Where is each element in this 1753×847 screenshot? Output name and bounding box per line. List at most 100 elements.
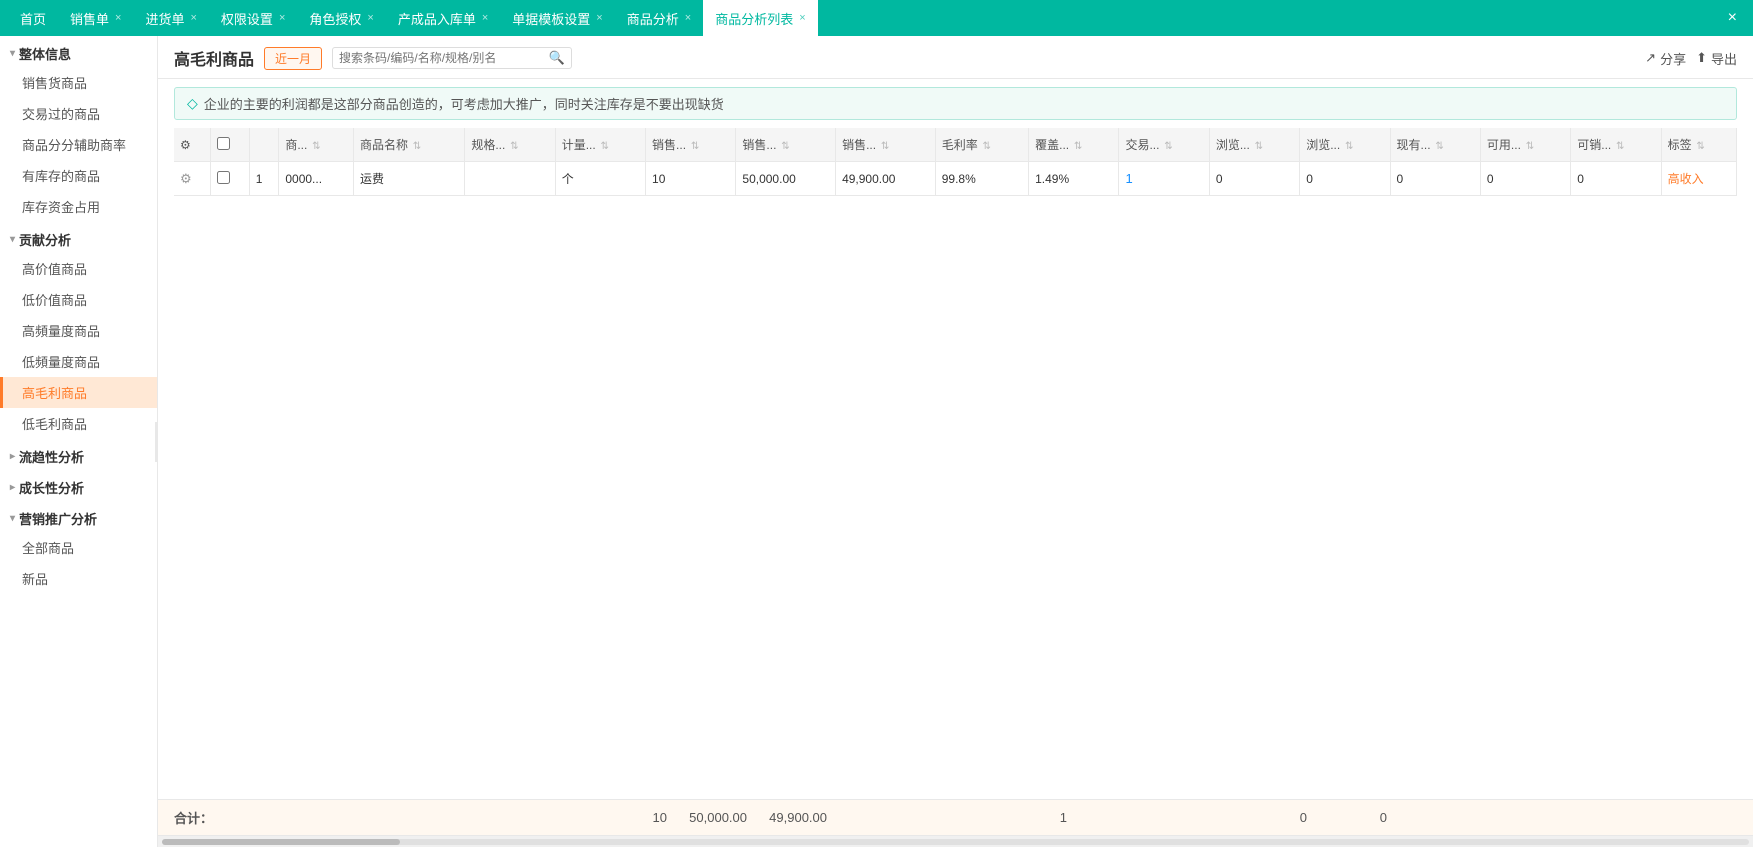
nav-label: 商品分析列表: [715, 9, 793, 28]
col-header-settings: ⚙: [174, 128, 210, 162]
col-header-sales_amount[interactable]: 销售... ⇅: [736, 128, 836, 162]
nav-item-商品分析[interactable]: 商品分析×: [615, 0, 703, 36]
nav-item-权限设置[interactable]: 权限设置 ×: [209, 0, 297, 36]
sidebar-item-in-stock[interactable]: 有库存的商品: [0, 160, 157, 191]
sort-icon: ⇅: [1433, 141, 1444, 152]
nav-item-角色授权[interactable]: 角色授权 ×: [297, 0, 385, 36]
nav-label: 单据模板设置: [512, 9, 590, 28]
tag-badge: 高收入: [1668, 172, 1704, 186]
nav-close-icon[interactable]: ×: [685, 12, 691, 24]
col-header-sales_cost[interactable]: 销售... ⇅: [836, 128, 936, 162]
nav-close-icon[interactable]: ×: [367, 12, 373, 24]
nav-item-产成品入库单[interactable]: 产成品入库单×: [386, 0, 500, 36]
export-button[interactable]: ⬆ 导出: [1696, 49, 1737, 68]
sidebar-item-high-margin[interactable]: 高毛利商品: [0, 377, 157, 408]
share-label: 分享: [1660, 49, 1686, 68]
nav-item-销售单[interactable]: 销售单×: [58, 0, 133, 36]
sidebar-item-sales-goods[interactable]: 销售货商品: [0, 67, 157, 98]
nav-close-icon[interactable]: ×: [482, 12, 488, 24]
col-header-current[interactable]: 现有... ⇅: [1390, 128, 1480, 162]
col-header-gross_rate[interactable]: 毛利率 ⇅: [935, 128, 1028, 162]
table-footer: 合计： 10 50,000.00 49,900.00 1 0 0: [158, 799, 1753, 835]
nav-item-商品分析列表[interactable]: 商品分析列表 ×: [703, 0, 817, 36]
sidebar-item-all-goods[interactable]: 全部商品: [0, 532, 157, 563]
settings-icon[interactable]: ⚙: [180, 171, 192, 186]
sidebar-item-low-value[interactable]: 低价值商品: [0, 284, 157, 315]
col-header-browse2[interactable]: 浏览... ⇅: [1300, 128, 1390, 162]
sidebar-section-marketing[interactable]: ▾营销推广分析: [0, 501, 157, 532]
share-button[interactable]: ↗ 分享: [1645, 49, 1686, 68]
row-checkbox[interactable]: [217, 171, 230, 184]
nav-close-icon[interactable]: ×: [279, 12, 285, 24]
col-header-sales_qty[interactable]: 销售... ⇅: [646, 128, 736, 162]
nav-item-首页[interactable]: 首页: [8, 0, 58, 36]
horizontal-scrollbar[interactable]: [158, 835, 1753, 847]
cell-spec: [465, 162, 555, 196]
sort-icon: ⇅: [410, 141, 421, 152]
col-header-trade[interactable]: 交易... ⇅: [1119, 128, 1209, 162]
sort-icon: ⇅: [1161, 141, 1172, 152]
sidebar-section-treasure[interactable]: ▾贡献分析: [0, 222, 157, 253]
sort-icon: ⇅: [507, 141, 518, 152]
col-header-code[interactable]: 商... ⇅: [279, 128, 354, 162]
table-row[interactable]: ⚙10000...运费个1050,000.0049,900.0099.8%1.4…: [174, 162, 1737, 196]
nav-label: 角色授权: [309, 9, 361, 28]
trade-link[interactable]: 1: [1125, 171, 1132, 186]
sidebar-item-low-freq[interactable]: 低頻量度商品: [0, 346, 157, 377]
cell-sales_qty: 10: [646, 162, 736, 196]
cell-name: 运费: [353, 162, 464, 196]
arrow-icon: ▸: [10, 482, 15, 493]
window-close-button[interactable]: ×: [1720, 9, 1745, 27]
cell-check: [210, 162, 249, 196]
notice-icon: ◇: [187, 95, 198, 112]
sidebar-item-low-margin[interactable]: 低毛利商品: [0, 408, 157, 439]
sidebar-item-high-freq[interactable]: 高頻量度商品: [0, 315, 157, 346]
sidebar-item-high-value[interactable]: 高价值商品: [0, 253, 157, 284]
sidebar-section-overall[interactable]: ▾整体信息: [0, 36, 157, 67]
col-header-coverage[interactable]: 覆盖... ⇅: [1029, 128, 1119, 162]
sidebar-section-growth[interactable]: ▸成长性分析: [0, 470, 157, 501]
search-input[interactable]: [339, 51, 549, 65]
arrow-icon: ▾: [10, 234, 15, 245]
col-header-tag[interactable]: 标签 ⇅: [1661, 128, 1736, 162]
page-title: 高毛利商品: [174, 46, 254, 70]
nav-close-icon[interactable]: ×: [115, 12, 121, 24]
nav-item-进货单[interactable]: 进货单×: [133, 0, 208, 36]
cell-available: 0: [1480, 162, 1570, 196]
col-header-browse1[interactable]: 浏览... ⇅: [1209, 128, 1299, 162]
sort-icon: ⇅: [309, 141, 320, 152]
arrow-icon: ▾: [10, 48, 15, 59]
cell-browse2: 0: [1300, 162, 1390, 196]
sidebar-item-traded-goods[interactable]: 交易过的商品: [0, 98, 157, 129]
footer-available: 0: [1313, 810, 1393, 825]
cell-coverage: 1.49%: [1029, 162, 1119, 196]
notice-bar: ◇ 企业的主要的利润都是这部分商品创造的，可考虑加大推广，同时关注库存是不要出现…: [174, 87, 1737, 120]
select-all-checkbox[interactable]: [217, 137, 230, 150]
nav-label: 权限设置: [221, 9, 273, 28]
filter-month-button[interactable]: 近一月: [264, 47, 322, 70]
col-header-sellable[interactable]: 可销... ⇅: [1571, 128, 1661, 162]
col-header-available[interactable]: 可用... ⇅: [1480, 128, 1570, 162]
col-header-spec[interactable]: 规格... ⇅: [465, 128, 555, 162]
notice-text: 企业的主要的利润都是这部分商品创造的，可考虑加大推广，同时关注库存是不要出现缺货: [204, 94, 724, 113]
share-icon: ↗: [1645, 50, 1656, 66]
col-header-unit[interactable]: 计量... ⇅: [555, 128, 645, 162]
sidebar-section-trend[interactable]: ▸流趋性分析: [0, 439, 157, 470]
nav-label: 首页: [20, 9, 46, 28]
sidebar-item-goods-score[interactable]: 商品分分辅助商率: [0, 129, 157, 160]
table-area[interactable]: ⚙商... ⇅商品名称 ⇅规格... ⇅计量... ⇅销售... ⇅销售... …: [158, 128, 1753, 799]
col-header-name[interactable]: 商品名称 ⇅: [353, 128, 464, 162]
footer-sales-cost: 49,900.00: [753, 810, 833, 825]
sidebar-collapse-button[interactable]: «: [155, 422, 158, 462]
col-header-num: [249, 128, 279, 162]
export-icon: ⬆: [1696, 50, 1707, 66]
sort-icon: ⇅: [1071, 141, 1082, 152]
sidebar-item-capital-rate[interactable]: 库存资金占用: [0, 191, 157, 222]
nav-close-icon[interactable]: ×: [799, 12, 805, 24]
sidebar-item-new-goods[interactable]: 新品: [0, 563, 157, 594]
nav-close-icon[interactable]: ×: [190, 12, 196, 24]
nav-close-icon[interactable]: ×: [596, 12, 602, 24]
scrollbar-thumb[interactable]: [162, 839, 400, 845]
nav-item-单据模板设置[interactable]: 单据模板设置 ×: [500, 0, 614, 36]
search-icon[interactable]: 🔍: [549, 50, 565, 66]
